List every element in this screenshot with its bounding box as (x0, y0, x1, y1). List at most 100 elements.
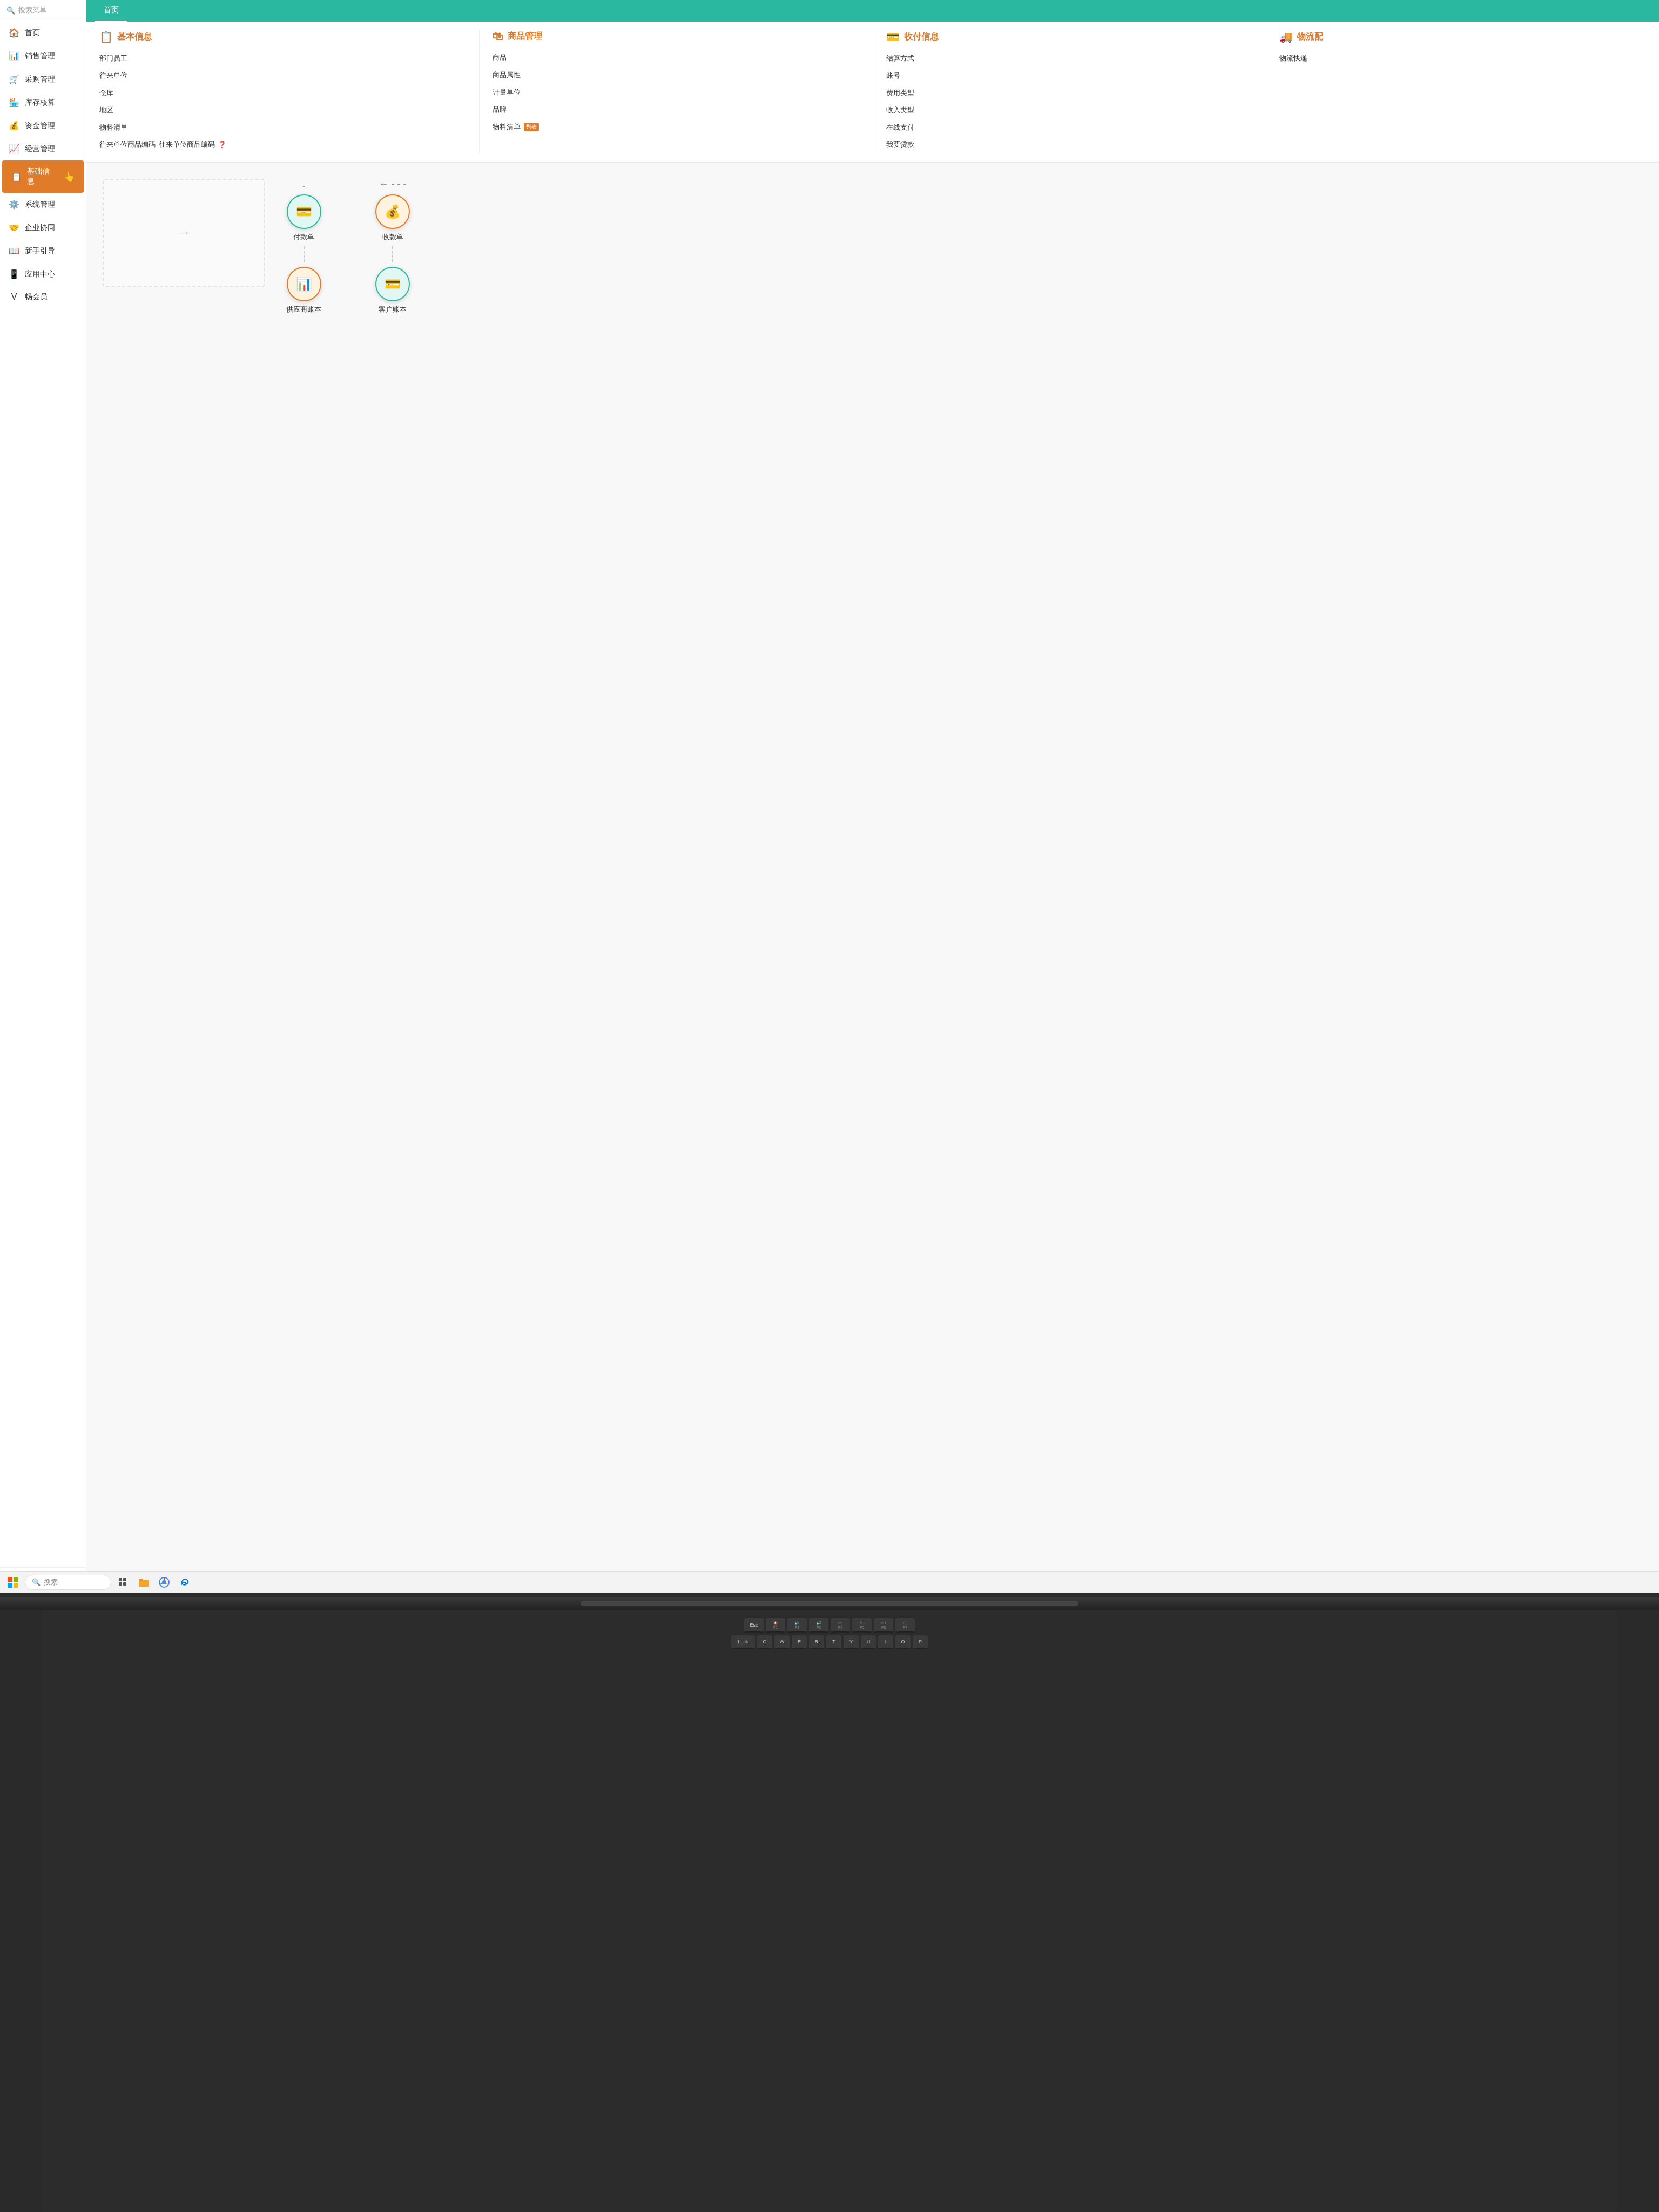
sidebar-search-label: 搜索菜单 (18, 5, 46, 15)
sidebar-item-operation[interactable]: 📈 经营管理 (0, 137, 86, 160)
section-title-logistics: 🚚 物流配 (1279, 30, 1646, 43)
taskbar-search[interactable]: 🔍 搜索 (25, 1575, 111, 1590)
taskbar-search-label: 搜索 (44, 1577, 58, 1587)
sidebar-item-home[interactable]: 🏠 首页 (0, 21, 86, 44)
menu-warehouse[interactable]: 仓库 (99, 84, 466, 102)
key-r[interactable]: R (809, 1635, 824, 1649)
key-i[interactable]: I (878, 1635, 893, 1649)
edge-icon (179, 1577, 190, 1588)
menu-partner[interactable]: 往来单位 (99, 67, 466, 84)
svg-line-10 (160, 1583, 163, 1584)
arrow-down-1: ↓ (301, 179, 306, 190)
chrome-button[interactable] (156, 1574, 173, 1591)
key-u[interactable]: U (861, 1635, 876, 1649)
key-f6[interactable]: ☀+ F6 (874, 1618, 893, 1633)
sidebar-item-label: 畅会员 (25, 292, 48, 302)
chrome-icon (159, 1577, 170, 1588)
menu-settlement[interactable]: 结算方式 (886, 50, 1253, 67)
arrow-left: ← - - - (379, 179, 407, 190)
receipt-circle: 💰 (375, 194, 410, 229)
key-f7[interactable]: ⊞ F7 (895, 1618, 915, 1633)
logistics-icon: 🚚 (1279, 30, 1293, 43)
sidebar-item-guide[interactable]: 📖 新手引导 (0, 239, 86, 262)
sidebar-item-basic[interactable]: 📋 基础信息 👆 (2, 160, 84, 193)
sidebar-item-label: 采购管理 (25, 75, 55, 84)
sidebar-item-member[interactable]: V 畅会员 (0, 286, 86, 308)
key-f2[interactable]: 🔉 F2 (787, 1618, 807, 1633)
key-esc[interactable]: Esc (744, 1618, 764, 1633)
sidebar-item-system[interactable]: ⚙️ 系统管理 (0, 193, 86, 216)
svg-rect-2 (119, 1582, 122, 1586)
sidebar-item-purchase[interactable]: 🛒 采购管理 (0, 68, 86, 91)
payment-node-icon: 💳 (296, 204, 312, 219)
sidebar-item-apps[interactable]: 📱 应用中心 (0, 262, 86, 286)
menu-unit[interactable]: 计量单位 (493, 84, 859, 101)
section-payment-info: 💳 收付信息 结算方式 账号 费用类型 收入类型 (873, 30, 1266, 153)
menu-expense-type[interactable]: 费用类型 (886, 84, 1253, 102)
menu-product[interactable]: 商品 (493, 49, 859, 66)
key-p[interactable]: P (913, 1635, 928, 1649)
menu-account[interactable]: 账号 (886, 67, 1253, 84)
key-f3[interactable]: 🔊 F3 (809, 1618, 828, 1633)
edge-button[interactable] (176, 1574, 193, 1591)
key-y[interactable]: Y (844, 1635, 859, 1649)
svg-rect-0 (119, 1578, 122, 1581)
key-e[interactable]: E (792, 1635, 807, 1649)
key-q[interactable]: Q (757, 1635, 772, 1649)
menu-product-attr[interactable]: 商品属性 (493, 66, 859, 84)
menu-partner-code[interactable]: 往来单位商品编码往来单位商品编码 ❓ (99, 136, 466, 153)
svg-rect-5 (139, 1579, 143, 1581)
flow-placeholder: → (103, 179, 265, 287)
section-title-payment: 💳 收付信息 (886, 30, 1253, 43)
key-o[interactable]: O (895, 1635, 911, 1649)
key-f4[interactable]: ✂ F4 (831, 1618, 850, 1633)
menu-express[interactable]: 物流快递 (1279, 50, 1646, 67)
file-explorer-button[interactable] (135, 1574, 152, 1591)
sales-icon: 📊 (9, 51, 19, 61)
sidebar-item-inventory[interactable]: 🏪 库存核算 (0, 91, 86, 114)
member-icon: V (9, 292, 19, 302)
basic-info-icon: 📋 (99, 30, 113, 43)
dashed-arrow-down (304, 246, 305, 262)
laptop-body: Esc 🔇 F1 🔉 F2 🔊 F3 ✂ F4 ☀- F5 ☀+ (0, 1593, 1659, 2212)
win-logo-tr (14, 1577, 18, 1582)
taskview-icon (118, 1577, 128, 1587)
win-logo-bl (8, 1583, 12, 1588)
menu-loan[interactable]: 我要贷款 (886, 136, 1253, 153)
key-f1[interactable]: 🔇 F1 (766, 1618, 785, 1633)
supplier-node-icon: 📊 (296, 276, 312, 292)
key-w[interactable]: W (774, 1635, 790, 1649)
supplier-circle: 📊 (287, 267, 321, 301)
taskbar-search-icon: 🔍 (32, 1578, 41, 1586)
sidebar-item-label: 企业协同 (25, 223, 55, 233)
guide-icon: 📖 (9, 246, 19, 256)
payment-node-label: 付款单 (293, 232, 314, 242)
apps-icon: 📱 (9, 269, 19, 279)
sidebar-item-sales[interactable]: 📊 销售管理 (0, 44, 86, 68)
nav-home[interactable]: 首页 (95, 0, 127, 22)
menu-online-payment[interactable]: 在线支付 (886, 119, 1253, 136)
menu-brand[interactable]: 品牌 (493, 101, 859, 118)
menu-bom[interactable]: 物料清单 (99, 119, 466, 136)
sidebar-item-label: 基础信息 (27, 167, 57, 186)
menu-income-type[interactable]: 收入类型 (886, 102, 1253, 119)
menu-dept[interactable]: 部门员工 (99, 50, 466, 67)
section-product-mgmt: 🛍 商品管理 商品 商品属性 计量单位 品牌 (480, 30, 873, 153)
sidebar-item-finance[interactable]: 💰 资金管理 (0, 114, 86, 137)
sidebar-search[interactable]: 🔍 搜索菜单 (0, 0, 86, 21)
finance-icon: 💰 (9, 120, 19, 131)
menu-bom-list[interactable]: 物料清单 列表 (493, 118, 859, 136)
search-icon: 🔍 (6, 6, 15, 15)
sidebar-item-enterprise[interactable]: 🤝 企业协同 (0, 216, 86, 239)
key-t[interactable]: T (826, 1635, 841, 1649)
home-icon: 🏠 (9, 28, 19, 38)
customer-node-icon: 💳 (385, 276, 401, 292)
flow-node-payment: 💳 付款单 (287, 194, 321, 242)
key-lock[interactable]: Lock (731, 1635, 755, 1649)
svg-rect-3 (123, 1582, 126, 1586)
menu-region[interactable]: 地区 (99, 102, 466, 119)
key-f5[interactable]: ☀- F5 (852, 1618, 872, 1633)
taskview-button[interactable] (114, 1574, 132, 1591)
flow-arrow-right: → (176, 224, 191, 241)
start-button[interactable] (4, 1574, 22, 1591)
